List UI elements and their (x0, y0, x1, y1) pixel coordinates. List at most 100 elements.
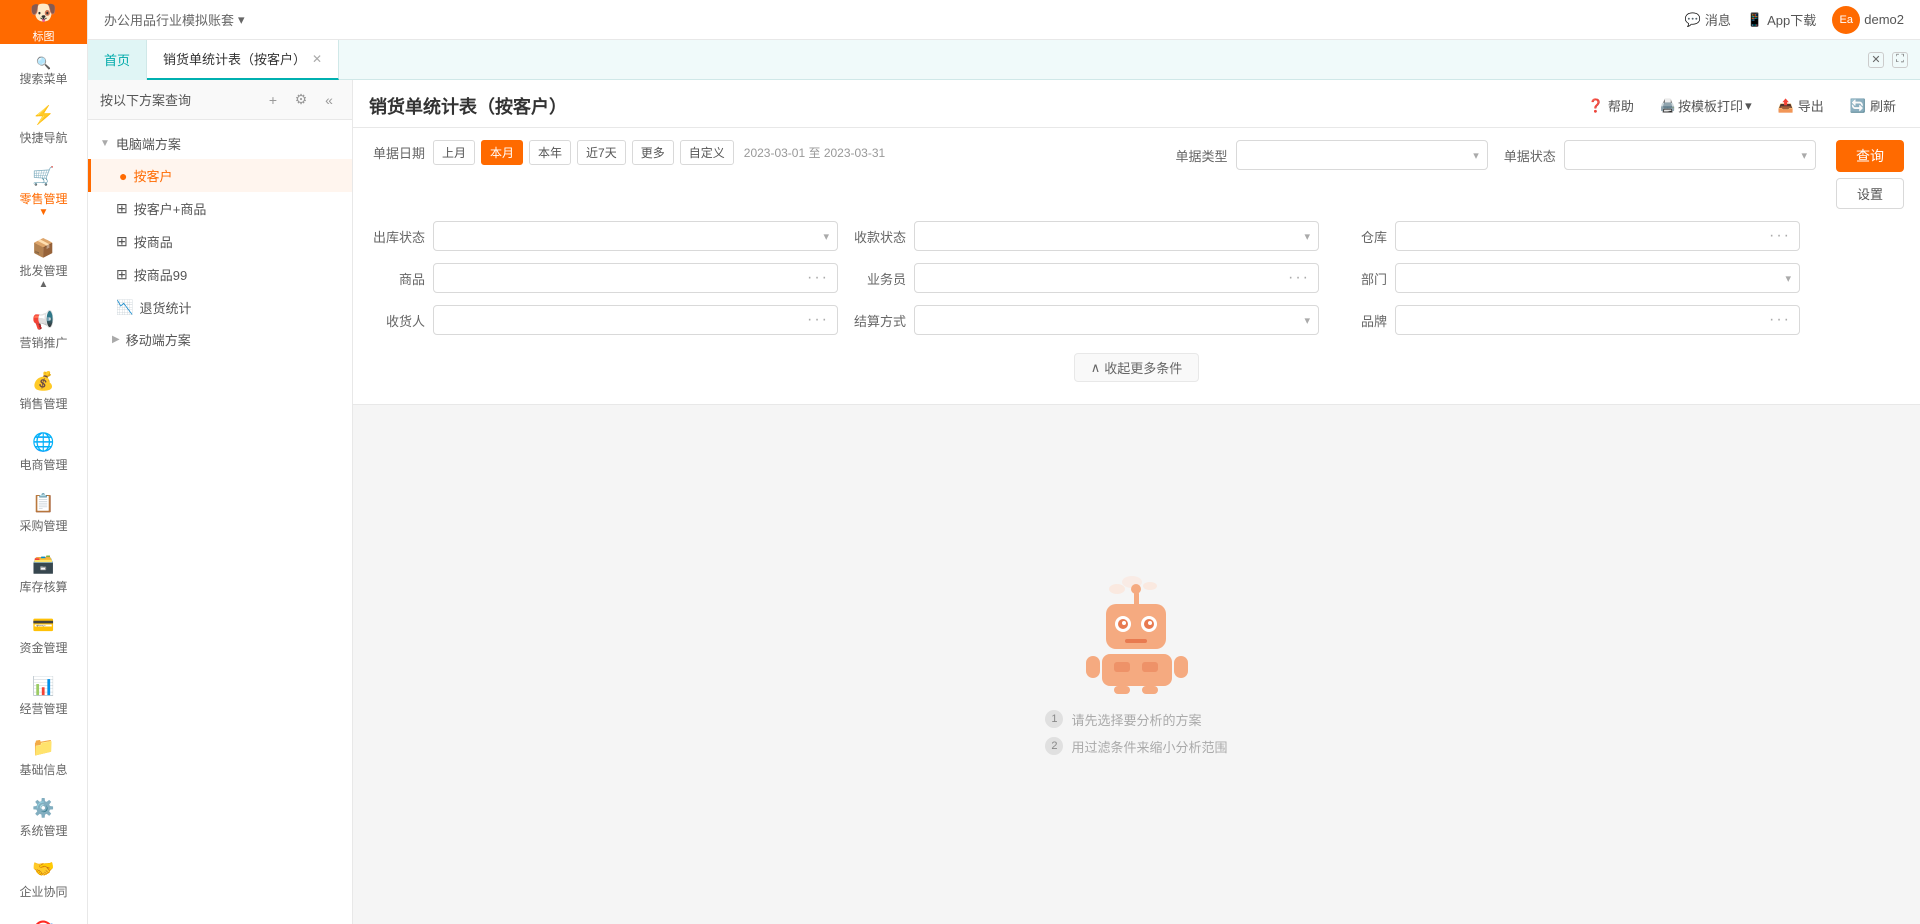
help-button[interactable]: ❓ 帮助 (1580, 92, 1642, 119)
template-print-button[interactable]: 🖨️ 按模板打印 ▾ (1652, 92, 1760, 119)
return-icon: 📉 (116, 299, 133, 316)
sidebar-item-newuser[interactable]: 🎯 新手引导 (0, 910, 87, 924)
sidebar-item-quicknav[interactable]: ⚡ 快捷导航 (0, 95, 87, 156)
tree-item-return-stats[interactable]: 📉 退货统计 (88, 291, 352, 324)
collapse-panel-button[interactable]: « (318, 89, 340, 111)
window-minimize-button[interactable]: ✕ (1868, 52, 1884, 68)
header-icons: + ⚙ « (262, 89, 340, 111)
payment-control[interactable]: ▾ (914, 305, 1319, 335)
desktop-group-label: 电脑端方案 (116, 134, 181, 153)
user-profile[interactable]: Ea demo2 (1832, 6, 1904, 34)
tree-item-by-product-99[interactable]: ⊞ 按商品99 (88, 258, 352, 291)
sidebar-item-marketing[interactable]: 📢 营销推广 (0, 300, 87, 361)
tab-home[interactable]: 首页 (88, 40, 147, 80)
sidebar-item-operations[interactable]: 📊 经营管理 (0, 666, 87, 727)
page-actions: ❓ 帮助 🖨️ 按模板打印 ▾ 📤 导出 🔄 刷新 (1580, 92, 1904, 119)
tab-report[interactable]: 销货单统计表（按客户） ✕ (147, 40, 339, 80)
export-button[interactable]: 📤 导出 (1770, 92, 1832, 119)
username: demo2 (1864, 12, 1904, 27)
tree-group-mobile-header[interactable]: ▶ 移动端方案 (88, 324, 352, 355)
brand-control[interactable]: ··· (1395, 305, 1800, 335)
hint-1-text: 请先选择要分析的方案 (1071, 710, 1201, 729)
sidebar-item-ecommerce[interactable]: 🌐 电商管理 (0, 422, 87, 483)
out-status-control[interactable]: ▾ (433, 221, 838, 251)
ecommerce-icon: 🌐 (32, 432, 54, 453)
warehouse-control[interactable]: ··· (1395, 221, 1800, 251)
refresh-button[interactable]: 🔄 刷新 (1842, 92, 1904, 119)
app-download-label: App下载 (1767, 10, 1816, 29)
settings-scheme-button[interactable]: ⚙ (290, 89, 312, 111)
product-icon: ⊞ (116, 233, 128, 250)
dept-control[interactable]: ▾ (1395, 263, 1800, 293)
consignee-dots-icon: ··· (807, 311, 829, 329)
tree-item-by-customer[interactable]: ● 按客户 (88, 159, 352, 192)
by-product99-label: 按商品99 (134, 265, 187, 284)
topbar: 办公用品行业模拟账套 ▾ 💬 消息 📱 App下载 Ea demo2 (88, 0, 1920, 40)
procurement-label: 采购管理 (19, 517, 67, 534)
tree-item-by-product[interactable]: ⊞ 按商品 (88, 225, 352, 258)
message-button[interactable]: 💬 消息 (1685, 10, 1731, 29)
tab-report-label: 销货单统计表（按客户） (163, 49, 306, 68)
product99-icon: ⊞ (116, 266, 128, 283)
help-label: 帮助 (1608, 96, 1634, 115)
app-logo[interactable]: 🐶 标图 (0, 0, 88, 44)
settings-button[interactable]: 设置 (1836, 178, 1904, 209)
empty-hints: 1 请先选择要分析的方案 2 用过滤条件来缩小分析范围 (1045, 710, 1227, 756)
operations-label: 经营管理 (19, 700, 67, 717)
date-btn-7days[interactable]: 近7天 (577, 140, 626, 165)
sales-icon: 💰 (32, 371, 54, 392)
tree-item-by-customer-product[interactable]: ⊞ 按客户+商品 (88, 192, 352, 225)
consignee-control[interactable]: ··· (433, 305, 838, 335)
sidebar-item-retail[interactable]: 🛒 零售管理 ▼ (0, 156, 87, 228)
retail-arrow: ▼ (39, 207, 49, 218)
sidebar-item-sales[interactable]: 💰 销售管理 (0, 361, 87, 422)
sidebar-item-enterprise[interactable]: 🤝 企业协同 (0, 849, 87, 910)
query-button[interactable]: 查询 (1836, 140, 1904, 172)
robot-illustration (1082, 574, 1192, 694)
customer-product-icon: ⊞ (116, 200, 128, 217)
customer-icon: ● (119, 168, 127, 184)
chevron-down-icon: ▾ (238, 12, 245, 28)
topbar-left: 办公用品行业模拟账套 ▾ (104, 10, 245, 29)
product-control[interactable]: ··· (433, 263, 838, 293)
tree-group-desktop-header[interactable]: ▼ 电脑端方案 (88, 128, 352, 159)
window-maximize-button[interactable]: ⛶ (1892, 52, 1908, 68)
filter-area: 单据日期 上月 本月 本年 近7天 更多 自定义 2023-03-01 至 20… (353, 128, 1920, 405)
empty-illustration (1077, 574, 1197, 694)
collapse-filters-label: 收起更多条件 (1104, 358, 1182, 377)
sidebar-item-wholesale[interactable]: 📦 批发管理 ▲ (0, 228, 87, 300)
receipt-status-control[interactable]: ▾ (914, 221, 1319, 251)
marketing-icon: 📢 (32, 310, 54, 331)
refresh-label: 刷新 (1870, 96, 1896, 115)
date-btn-custom[interactable]: 自定义 (680, 140, 734, 165)
date-btn-thismonth[interactable]: 本月 (481, 140, 523, 165)
account-dropdown[interactable]: 办公用品行业模拟账套 ▾ (104, 10, 245, 29)
sidebar-item-procurement[interactable]: 📋 采购管理 (0, 483, 87, 544)
tree-area: ▼ 电脑端方案 ● 按客户 ⊞ 按客户+商品 ⊞ 按商品 (88, 120, 352, 924)
add-scheme-button[interactable]: + (262, 89, 284, 111)
bill-status-control[interactable]: ▾ (1564, 140, 1816, 170)
sidebar-item-sysadmin[interactable]: ⚙️ 系统管理 (0, 788, 87, 849)
tab-report-close[interactable]: ✕ (312, 52, 322, 66)
salesperson-control[interactable]: ··· (914, 263, 1319, 293)
empty-hint-2: 2 用过滤条件来缩小分析范围 (1045, 737, 1227, 756)
basicinfo-label: 基础信息 (19, 761, 67, 778)
brand-dots-icon: ··· (1769, 311, 1791, 329)
sidebar: 🐶 标图 🔍 搜索菜单 ⚡ 快捷导航 🛒 零售管理 ▼ 📦 批发管理 ▲ 📢 营… (0, 0, 88, 924)
salesperson-label: 业务员 (850, 269, 906, 288)
marketing-label: 营销推广 (19, 334, 67, 351)
bill-type-control[interactable]: ▾ (1236, 140, 1488, 170)
bill-status-chevron-icon: ▾ (1801, 149, 1807, 162)
sidebar-item-finance[interactable]: 💳 资金管理 (0, 605, 87, 666)
sidebar-item-search[interactable]: 🔍 搜索菜单 (19, 44, 67, 95)
date-btn-lastmonth[interactable]: 上月 (433, 140, 475, 165)
date-btn-more[interactable]: 更多 (632, 140, 674, 165)
hint-1-number: 1 (1045, 710, 1063, 728)
sidebar-item-basicinfo[interactable]: 📁 基础信息 (0, 727, 87, 788)
return-stats-label: 退货统计 (139, 298, 191, 317)
date-btn-thisyear[interactable]: 本年 (529, 140, 571, 165)
app-download-button[interactable]: 📱 App下载 (1747, 10, 1816, 29)
collapse-filters-button[interactable]: ∧ 收起更多条件 (1074, 353, 1200, 382)
hint-2-number: 2 (1045, 737, 1063, 755)
sidebar-item-inventory[interactable]: 🗃️ 库存核算 (0, 544, 87, 605)
